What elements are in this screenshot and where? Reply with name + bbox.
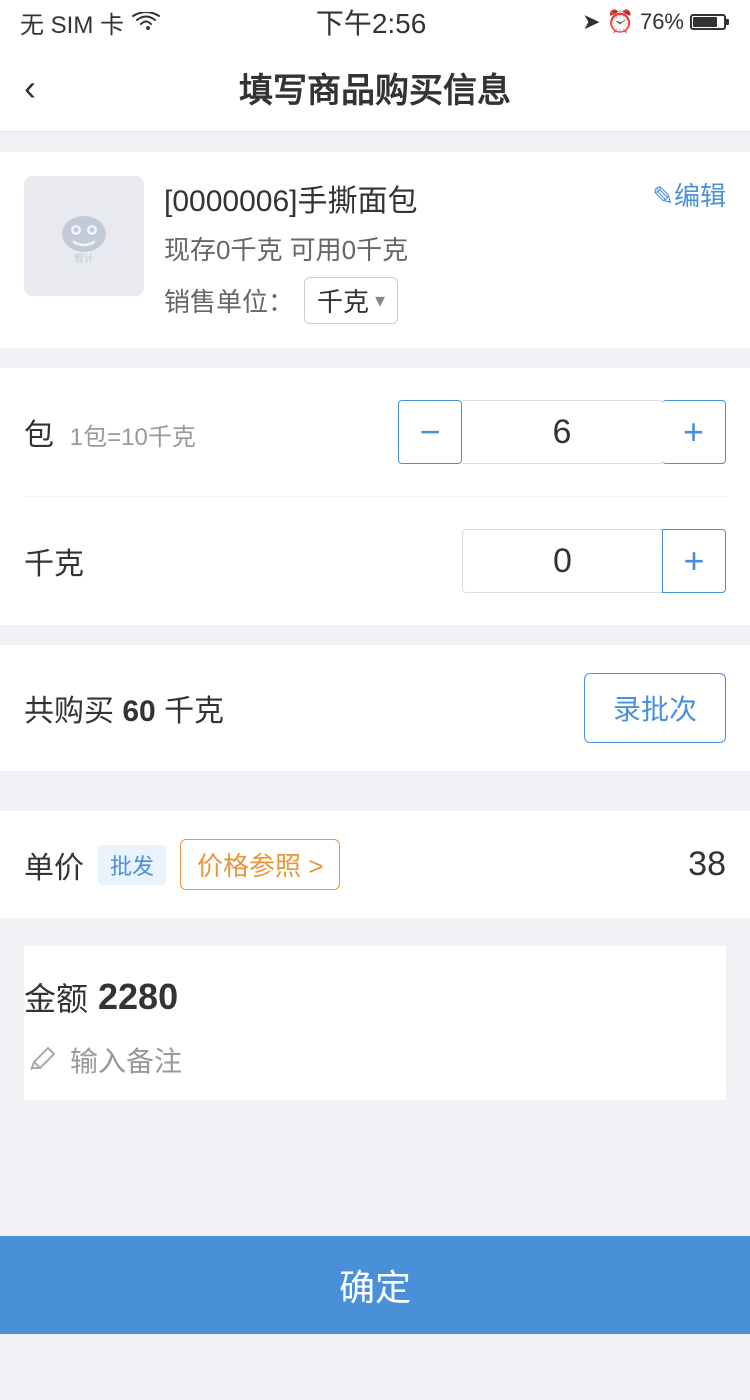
bao-label: 包 (24, 419, 54, 452)
product-image: 智计 (24, 176, 144, 296)
svg-text:智计: 智计 (74, 252, 94, 265)
kg-quantity-control: 0 + (462, 529, 726, 593)
alarm-icon: ⏰ (607, 9, 634, 35)
total-row: 共购买 60 千克 录批次 (0, 645, 750, 771)
battery-icon (690, 12, 730, 32)
location-icon: ➤ (582, 9, 600, 35)
remark-row[interactable]: 输入备注 (24, 1020, 726, 1100)
edit-button[interactable]: ✎编辑 (652, 176, 726, 213)
product-logo-icon: 智计 (54, 206, 114, 266)
separator-1 (0, 348, 750, 368)
status-left: 无 SIM 卡 (20, 5, 160, 40)
amount-label: 金额 (24, 974, 88, 1020)
unit-value: 千克 (317, 282, 369, 319)
total-prefix: 共购买 (24, 695, 114, 728)
product-card: 智计 [0000006]手撕面包 ✎编辑 现存0千克 可用0千克 销售单位： 千… (0, 152, 750, 348)
unit-selector[interactable]: 千克 (304, 277, 398, 324)
status-bar: 无 SIM 卡 下午2:56 ➤ ⏰ 76% (0, 0, 750, 44)
status-time: 下午2:56 (316, 2, 427, 42)
kg-row: 千克 0 + (24, 497, 726, 625)
price-reference-button[interactable]: 价格参照 > (180, 839, 340, 890)
kg-increment-button[interactable]: + (662, 529, 726, 593)
separator-3 (0, 771, 750, 791)
batch-button[interactable]: 录批次 (584, 673, 726, 743)
price-badge: 批发 (98, 845, 166, 885)
status-right: ➤ ⏰ 76% (582, 9, 730, 35)
total-text: 共购买 60 千克 (24, 686, 224, 730)
unit-label: 销售单位： (164, 282, 294, 319)
nav-bar: ‹ 填写商品购买信息 (0, 44, 750, 132)
remark-placeholder[interactable]: 输入备注 (70, 1040, 182, 1080)
form-section: 包 1包=10千克 − 6 + 千克 0 + (0, 368, 750, 625)
bao-quantity-input[interactable]: 6 (462, 400, 662, 464)
confirm-button[interactable]: 确定 (0, 1236, 750, 1334)
total-amount: 60 (122, 695, 155, 728)
kg-quantity-input[interactable]: 0 (462, 529, 662, 593)
bao-increment-button[interactable]: + (662, 400, 726, 464)
bao-row: 包 1包=10千克 − 6 + (24, 368, 726, 497)
amount-value: 2280 (98, 976, 178, 1018)
kg-label: 千克 (24, 539, 84, 583)
back-button[interactable]: ‹ (24, 67, 36, 109)
battery-label: 76% (640, 9, 684, 35)
product-stock: 现存0千克 可用0千克 (164, 230, 726, 267)
page-title: 填写商品购买信息 (239, 63, 511, 112)
bao-label-group: 包 1包=10千克 (24, 410, 196, 454)
price-value: 38 (688, 845, 726, 884)
product-info: [0000006]手撕面包 ✎编辑 现存0千克 可用0千克 销售单位： 千克 (164, 176, 726, 324)
price-section: 单价 批发 价格参照 > 38 (0, 811, 750, 918)
bao-quantity-control: − 6 + (398, 400, 726, 464)
price-label-row: 单价 批发 价格参照 > (24, 839, 340, 890)
total-unit: 千克 (164, 695, 224, 728)
wifi-icon (132, 12, 160, 32)
separator-2 (0, 625, 750, 645)
product-name: [0000006]手撕面包 (164, 176, 652, 220)
no-sim-label: 无 SIM 卡 (20, 5, 124, 40)
bao-decrement-button[interactable]: − (398, 400, 462, 464)
bao-hint: 1包=10千克 (70, 424, 196, 451)
price-label: 单价 (24, 843, 84, 887)
pencil-icon (24, 1042, 60, 1078)
amount-section: 金额 2280 输入备注 (0, 918, 750, 1100)
amount-row: 金额 2280 (24, 974, 726, 1020)
